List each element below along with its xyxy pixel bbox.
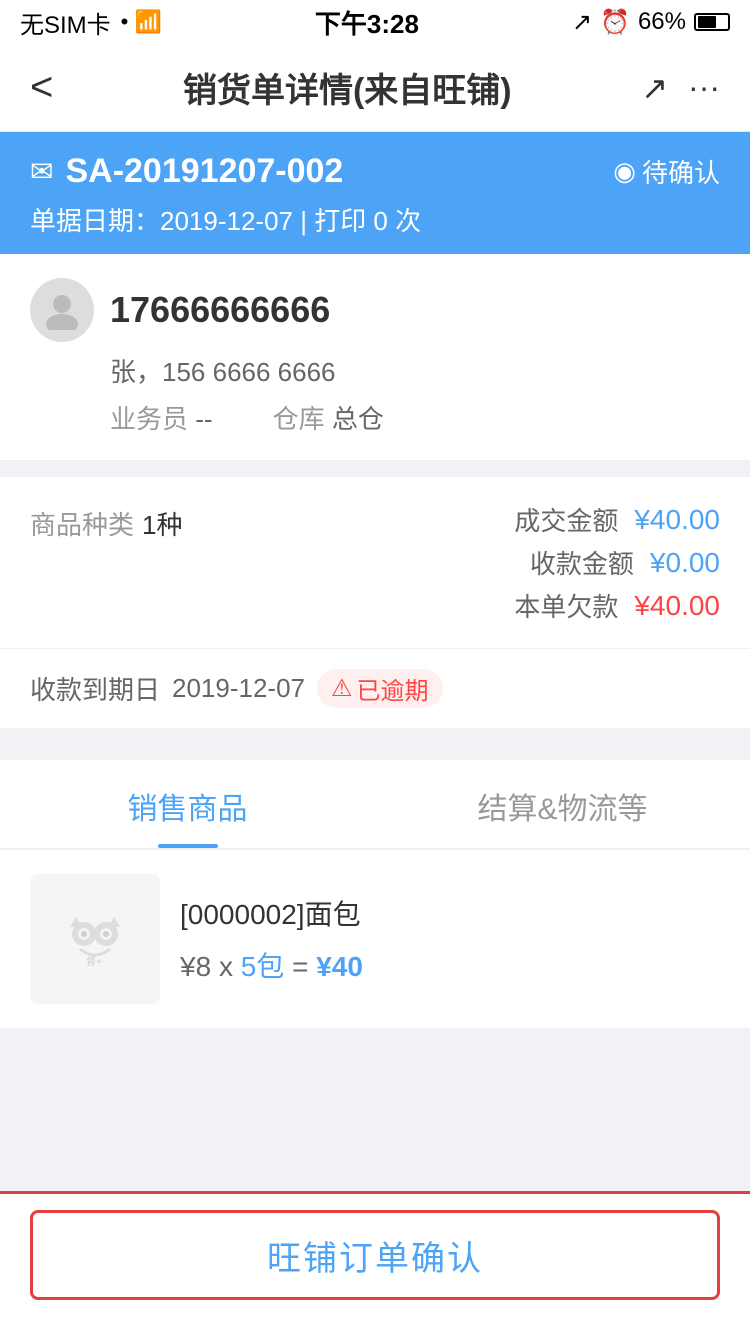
warehouse-info: 仓库 总仓 bbox=[273, 399, 384, 436]
due-label: 收款到期日 bbox=[30, 670, 160, 707]
alarm-icon: ⏰ bbox=[600, 8, 630, 37]
battery-percent: 66% bbox=[638, 8, 686, 36]
time-display: 下午3:28 bbox=[315, 4, 419, 41]
customer-info-row: 业务员 -- 仓库 总仓 bbox=[110, 399, 720, 436]
customer-name: 张，156 6666 6666 bbox=[110, 352, 720, 389]
divider-1 bbox=[0, 461, 750, 477]
wifi-icon: • 📶 bbox=[121, 9, 162, 35]
order-id: SA-20191207-002 bbox=[65, 152, 343, 191]
carrier-text: 无SIM卡 bbox=[20, 5, 111, 40]
nav-bar: < 销货单详情(来自旺铺) ↗ ··· bbox=[0, 44, 750, 132]
page-title: 销货单详情(来自旺铺) bbox=[53, 63, 641, 112]
payment-line: 收款金额 ¥0.00 bbox=[530, 544, 720, 581]
customer-section: 17666666666 张，156 6666 6666 业务员 -- 仓库 总仓 bbox=[0, 254, 750, 461]
location-icon: ↗ bbox=[572, 8, 592, 37]
svg-text:督+: 督+ bbox=[86, 955, 102, 968]
salesperson-info: 业务员 -- bbox=[110, 399, 213, 436]
tab-products[interactable]: 销售商品 bbox=[0, 760, 375, 848]
product-thumbnail: 督+ bbox=[30, 874, 160, 1004]
product-name: [0000002]面包 bbox=[180, 893, 720, 933]
status-bar: 无SIM卡 • 📶 下午3:28 ↗ ⏰ 66% bbox=[0, 0, 750, 44]
share-icon[interactable]: ↗ bbox=[641, 69, 668, 107]
due-section: 收款到期日 2019-12-07 ⚠ 已逾期 bbox=[0, 648, 750, 728]
product-section: 督+ [0000002]面包 ¥8 x 5包 = ¥40 bbox=[0, 850, 750, 1028]
product-info: [0000002]面包 ¥8 x 5包 = ¥40 bbox=[180, 893, 720, 985]
more-icon[interactable]: ··· bbox=[688, 69, 720, 106]
product-item: 督+ [0000002]面包 ¥8 x 5包 = ¥40 bbox=[30, 874, 720, 1004]
tab-settlement[interactable]: 结算&物流等 bbox=[375, 760, 750, 848]
customer-row: 17666666666 bbox=[30, 278, 720, 342]
stats-section: 商品种类 1种 成交金额 ¥40.00 收款金额 ¥0.00 本单欠款 ¥40.… bbox=[0, 477, 750, 648]
amount-line: 成交金额 ¥40.00 bbox=[514, 501, 720, 538]
status-right: ↗ ⏰ 66% bbox=[572, 8, 730, 37]
product-price: ¥8 x 5包 = ¥40 bbox=[180, 945, 720, 985]
tabs-section: 销售商品 结算&物流等 bbox=[0, 760, 750, 850]
nav-actions: ↗ ··· bbox=[641, 69, 720, 107]
order-status: ◉ 待确认 bbox=[613, 153, 720, 190]
battery-icon bbox=[694, 13, 730, 31]
back-button[interactable]: < bbox=[30, 65, 53, 110]
warning-icon: ⚠ bbox=[331, 674, 353, 703]
confirm-button-wrap: 旺铺订单确认 bbox=[0, 1191, 750, 1334]
order-header: ✉ SA-20191207-002 ◉ 待确认 单据日期：2019-12-07 … bbox=[0, 132, 750, 254]
debt-line: 本单欠款 ¥40.00 bbox=[514, 587, 720, 624]
customer-phone: 17666666666 bbox=[110, 289, 330, 331]
order-meta: 单据日期：2019-12-07 | 打印 0 次 bbox=[30, 201, 720, 238]
financial-stats: 成交金额 ¥40.00 收款金额 ¥0.00 本单欠款 ¥40.00 bbox=[514, 501, 720, 624]
stats-row: 商品种类 1种 成交金额 ¥40.00 收款金额 ¥0.00 本单欠款 ¥40.… bbox=[30, 501, 720, 624]
product-type: 商品种类 1种 bbox=[30, 501, 514, 542]
confirm-button[interactable]: 旺铺订单确认 bbox=[30, 1210, 720, 1300]
avatar bbox=[30, 278, 94, 342]
order-header-top: ✉ SA-20191207-002 ◉ 待确认 bbox=[30, 152, 720, 191]
divider-2 bbox=[0, 728, 750, 744]
clock-icon: ◉ bbox=[613, 156, 636, 187]
overdue-badge: ⚠ 已逾期 bbox=[317, 669, 443, 708]
due-date: 2019-12-07 bbox=[172, 673, 305, 704]
status-left: 无SIM卡 • 📶 bbox=[20, 5, 162, 40]
